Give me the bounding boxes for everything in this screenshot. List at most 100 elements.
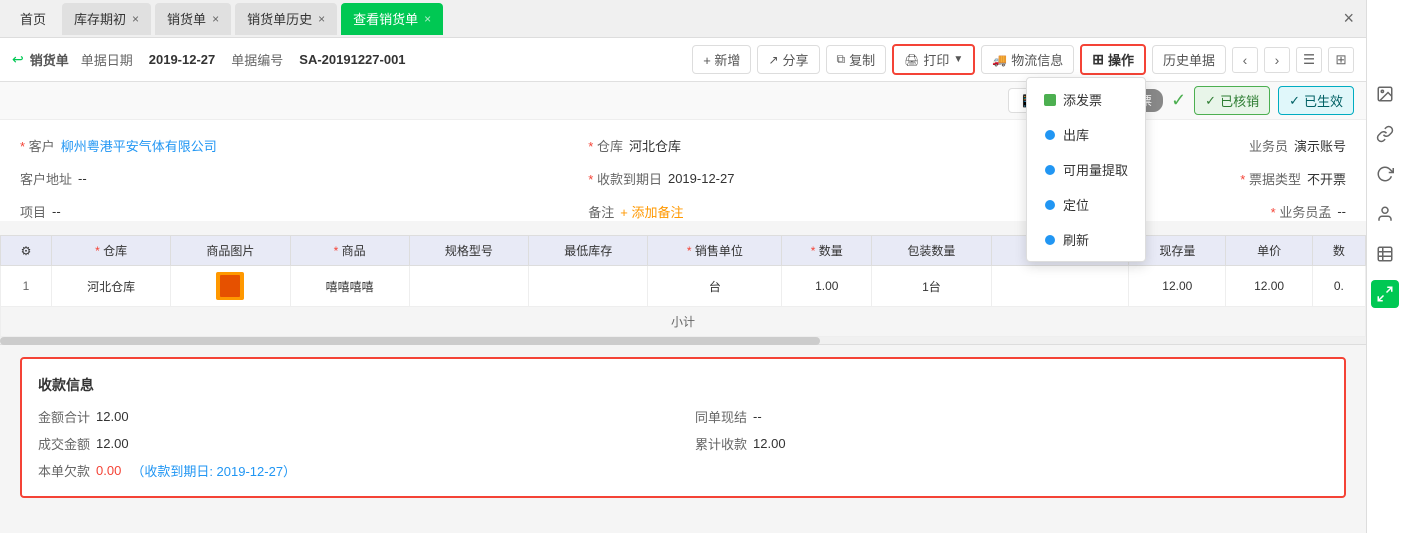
col-product: * 商品 <box>290 236 409 266</box>
col-unit-price: 单价 <box>1226 236 1312 266</box>
sidebar-link-icon[interactable] <box>1371 120 1399 148</box>
menu-add-invoice[interactable]: 添发票 <box>1027 82 1145 117</box>
doc-title-area: ↩ 销货单 <box>12 50 69 69</box>
menu-outbound[interactable]: 出库 <box>1027 117 1145 152</box>
prev-button[interactable]: ‹ <box>1232 47 1258 73</box>
settlement-value: -- <box>753 409 762 424</box>
new-button-label: + 新增 <box>703 50 740 69</box>
transaction-label: 成交金额 <box>38 434 90 453</box>
project-value: -- <box>52 204 61 219</box>
cumulative-row: 累计收款 12.00 <box>695 434 1328 453</box>
window-close-button[interactable]: × <box>1343 8 1354 29</box>
row-num: 1 <box>1 266 52 307</box>
sidebar-image-icon[interactable] <box>1371 80 1399 108</box>
employee-label: 业务员 <box>1249 136 1288 155</box>
cancel-button[interactable]: ✓ 已核销 <box>1194 86 1270 115</box>
operation-dropdown: ⊞ 操作 添发票 出库 可用量提取 <box>1080 44 1146 75</box>
salesperson-field: 业务员孟 -- <box>967 202 1346 221</box>
tab-history-close[interactable]: × <box>318 12 325 26</box>
tab-view-sales[interactable]: 查看销货单 × <box>341 3 443 35</box>
copy-button-label: 复制 <box>849 50 875 69</box>
row-product-img <box>171 266 290 307</box>
customer-label: 客户 <box>20 136 55 155</box>
quantity-pick-icon <box>1043 163 1057 177</box>
row-stock: 12.00 <box>1129 266 1226 307</box>
add-invoice-icon <box>1043 93 1057 107</box>
due-row: 本单欠款 0.00 （收款到期日: 2019-12-27） <box>38 461 1328 480</box>
doc-date-label: 单据日期 <box>81 50 133 69</box>
tab-inventory-close[interactable]: × <box>132 12 139 26</box>
outbound-icon <box>1043 128 1057 142</box>
warehouse-label: 仓库 <box>588 136 623 155</box>
next-button[interactable]: › <box>1264 47 1290 73</box>
cancel-button-label: 已核销 <box>1220 91 1259 110</box>
payment-section: 收款信息 金额合计 12.00 同单现结 -- 成交金额 12.00 累计收款 … <box>20 357 1346 498</box>
effect-check-icon: ✓ <box>1289 93 1300 109</box>
menu-outbound-label: 出库 <box>1063 125 1089 144</box>
history-button[interactable]: 历史单据 <box>1152 45 1226 74</box>
main-toolbar: ↩ 销货单 单据日期 2019-12-27 单据编号 SA-20191227-0… <box>0 38 1366 82</box>
row-min-stock <box>529 266 648 307</box>
tab-history-label: 销货单历史 <box>247 9 312 28</box>
settlement-label: 同单现结 <box>695 407 747 426</box>
menu-refresh[interactable]: 刷新 <box>1027 222 1145 257</box>
copy-button[interactable]: ⧉ 复制 <box>826 45 887 74</box>
operation-button[interactable]: ⊞ 操作 <box>1080 44 1146 75</box>
share-button-label: 分享 <box>783 50 809 69</box>
tab-view-sales-close[interactable]: × <box>424 12 431 26</box>
doc-type-label: 销货单 <box>30 50 69 69</box>
subtotal-row: 小计 <box>1 307 1366 337</box>
new-button[interactable]: + 新增 <box>692 45 751 74</box>
sidebar-rotate-icon[interactable] <box>1371 160 1399 188</box>
logistics-button[interactable]: 🚚 物流信息 <box>981 45 1074 74</box>
tab-sales[interactable]: 销货单 × <box>155 3 231 35</box>
print-button-label: 打印 <box>923 50 949 69</box>
menu-location[interactable]: 定位 <box>1027 187 1145 222</box>
grid-view-button[interactable]: ⊞ <box>1328 47 1354 73</box>
effect-button[interactable]: ✓ 已生效 <box>1278 86 1354 115</box>
logistics-icon: 🚚 <box>992 53 1007 67</box>
customer-value[interactable]: 柳州粤港平安气体有限公司 <box>61 136 217 155</box>
sidebar-user-icon[interactable] <box>1371 200 1399 228</box>
print-dropdown-icon: ▼ <box>953 54 963 65</box>
payment-grid: 金额合计 12.00 同单现结 -- 成交金额 12.00 累计收款 12.00… <box>38 407 1328 480</box>
menu-add-invoice-label: 添发票 <box>1063 90 1102 109</box>
doc-type-icon: ↩ <box>12 51 24 68</box>
warehouse-field: 仓库 河北仓库 <box>588 136 967 155</box>
employee-field: 业务员 演示账号 <box>967 136 1346 155</box>
row-unit: 台 <box>648 266 782 307</box>
table-header-row: ⚙ * 仓库 商品图片 * 商品 规格型号 最低库存 * 销售单位 * 数量 包… <box>1 236 1366 266</box>
address-value: -- <box>78 171 87 186</box>
tab-sales-label: 销货单 <box>167 9 206 28</box>
menu-quantity-pick[interactable]: 可用量提取 <box>1027 152 1145 187</box>
row-unit-price: 12.00 <box>1226 266 1312 307</box>
total-row: 金额合计 12.00 <box>38 407 671 426</box>
horizontal-scrollbar[interactable] <box>0 337 1366 345</box>
list-view-button[interactable]: ☰ <box>1296 47 1322 73</box>
due-value: 0.00 <box>96 463 121 478</box>
sidebar-table-icon[interactable] <box>1371 240 1399 268</box>
tab-inventory[interactable]: 库存期初 × <box>62 3 151 35</box>
sidebar-expand-icon[interactable] <box>1371 280 1399 308</box>
cumulative-value: 12.00 <box>753 436 786 451</box>
copy-icon: ⧉ <box>837 52 846 67</box>
tab-home[interactable]: 首页 <box>8 3 58 35</box>
tab-sales-close[interactable]: × <box>212 12 219 26</box>
settlement-row: 同单现结 -- <box>695 407 1328 426</box>
cancel-check-icon: ✓ <box>1205 93 1216 109</box>
tab-inventory-label: 库存期初 <box>74 9 126 28</box>
share-button[interactable]: ↗ 分享 <box>757 45 819 74</box>
print-button[interactable]: 🖨 打印 ▼ <box>892 44 975 75</box>
share-icon: ↗ <box>768 53 778 67</box>
col-warehouse: * 仓库 <box>51 236 170 266</box>
salesperson-value: -- <box>1337 204 1346 219</box>
cumulative-label: 累计收款 <box>695 434 747 453</box>
add-note-label: + 添加备注 <box>620 205 683 220</box>
ticket-value: 不开票 <box>1307 169 1346 188</box>
employee-value: 演示账号 <box>1294 136 1346 155</box>
product-table-wrapper: ⚙ * 仓库 商品图片 * 商品 规格型号 最低库存 * 销售单位 * 数量 包… <box>0 235 1366 345</box>
add-note-button[interactable]: + 添加备注 <box>620 202 683 221</box>
tab-history[interactable]: 销货单历史 × <box>235 3 337 35</box>
scroll-thumb[interactable] <box>0 337 820 345</box>
gear-icon[interactable]: ⚙ <box>21 244 32 258</box>
